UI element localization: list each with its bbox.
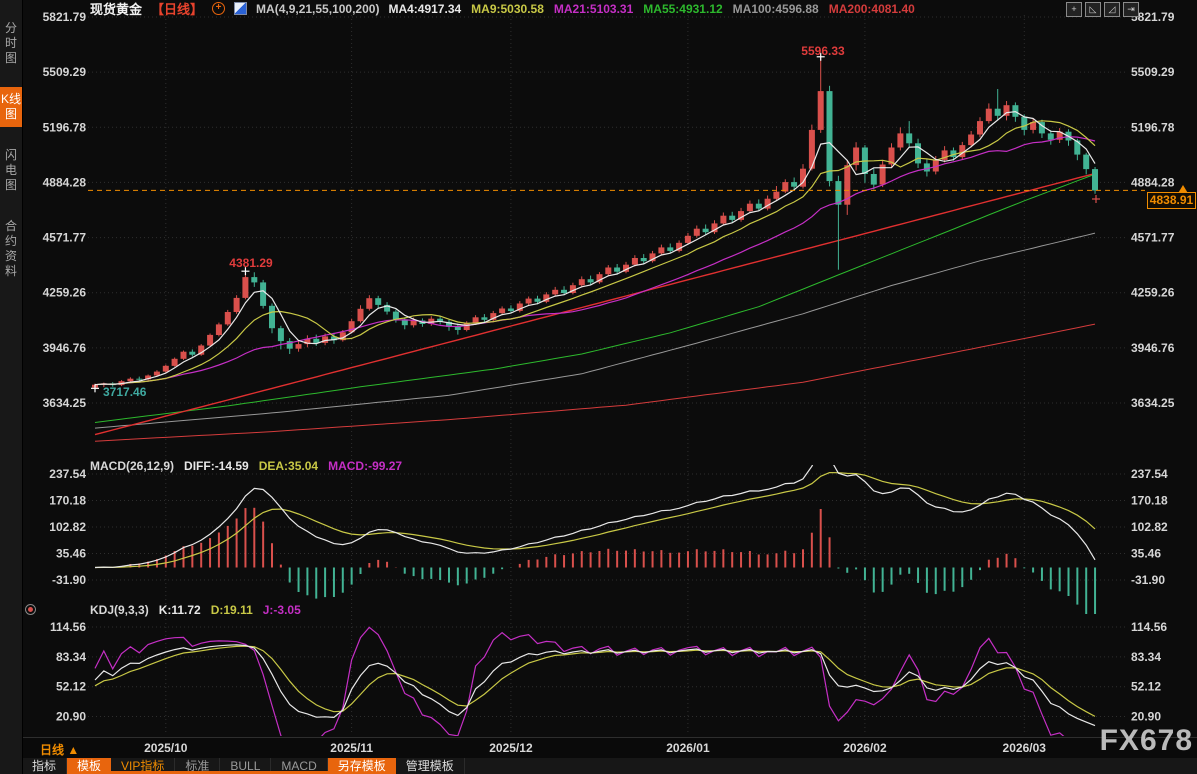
macd-label-2: DIFF:-14.59 [184,459,249,473]
header-ma-value-6: MA200:4081.40 [829,2,915,16]
axis-scale-right-icon[interactable]: ◿ [1104,2,1120,17]
high-price-annotation: 5596.33 [788,44,858,58]
macd-axis-tick-left: -31.90 [52,573,86,587]
kdj-axis-tick-right: 52.12 [1131,680,1161,694]
current-price-tag: 4838.91 [1147,192,1196,209]
fx678-watermark: FX678 [1100,724,1193,758]
period-selector-button[interactable]: 日线 ▲ [40,741,79,758]
kdj-label-4: J:-3.05 [263,603,301,617]
price-axis-tick-left: 4884.28 [43,175,87,189]
swing-high-annotation: 4381.29 [216,256,286,270]
x-axis-date-label: 2025/11 [324,741,380,755]
exit-chart-icon[interactable]: ⇥ [1123,2,1139,17]
kdj-axis-tick-right: 83.34 [1131,650,1161,664]
kdj-label-3: D:19.11 [211,603,253,617]
kdj-axis-tick-left: 83.34 [56,650,86,664]
toolbar-item-1[interactable]: 指标 [22,758,67,774]
macd-axis-tick-right: 35.46 [1131,547,1161,561]
price-axis-tick-right: 5509.29 [1131,65,1175,79]
price-axis-tick-right: 4259.26 [1131,286,1175,300]
macd-label-1: MACD(26,12,9) [90,459,174,473]
x-axis-date-label: 2026/02 [837,741,893,755]
price-axis-tick-left: 4259.26 [43,286,87,300]
price-axis-tick-left: 5509.29 [43,65,87,79]
macd-axis-tick-left: 35.46 [56,547,86,561]
toolbar-item-8[interactable]: 管理模板 [396,758,465,774]
price-axis-tick-right: 3634.25 [1131,396,1175,410]
macd-axis-tick-left: 237.54 [49,467,86,481]
sidebar-item-4[interactable]: 合约资料 [0,214,22,284]
sidebar-item-3[interactable]: 闪电图 [0,143,22,198]
ma-settings-label: MA(4,9,21,55,100,200) [256,2,379,16]
x-axis-date-label: 2026/03 [996,741,1052,755]
macd-axis-tick-right: 102.82 [1131,520,1168,534]
price-axis-tick-left: 4571.77 [43,231,87,245]
kdj-axis-tick-left: 52.12 [56,680,86,694]
candlestick-chart[interactable]: 5821.795821.795509.295509.295196.785196.… [0,0,1197,774]
header-ma-value-4: MA55:4931.12 [643,2,722,16]
macd-axis-tick-left: 170.18 [49,494,86,508]
price-axis-tick-right: 3946.76 [1131,341,1175,355]
macd-label-3: DEA:35.04 [259,459,318,473]
macd-axis-tick-left: 102.82 [49,520,86,534]
price-axis-tick-left: 5821.79 [43,10,87,24]
add-indicator-icon[interactable]: + [212,2,225,15]
macd-label-4: MACD:-99.27 [328,459,402,473]
low-price-annotation: 3717.46 [103,385,146,399]
chart-header: 现货黄金 【日线】 + MA(4,9,21,55,100,200) MA4:49… [90,1,915,16]
macd-axis-tick-right: 237.54 [1131,467,1168,481]
x-axis-date-label: 2025/12 [483,741,539,755]
date-axis-row: 日线 ▲ 2025/10 2025/11 2025/12 2026/01 2026/02… [22,737,1197,759]
header-ma-value-3: MA21:5103.31 [554,2,633,16]
candles [92,57,1098,389]
kdj-axis-tick-left: 114.56 [50,620,86,634]
ma-values: MA4:4917.34 MA9:5030.58 MA21:5103.31 MA55:4… [388,2,914,16]
header-ma-value-2: MA9:5030.58 [471,2,544,16]
price-axis-tick-right: 4571.77 [1131,231,1175,245]
ma200-line [95,324,1095,441]
kdj-axis-tick-left: 20.90 [56,710,86,724]
macd-axis-tick-right: 170.18 [1131,494,1168,508]
last-price-marker [1092,195,1100,203]
sidebar-item-2[interactable]: K线图 [0,87,22,127]
trading-app: { "header": { "symbol": "现货黄金", "period_… [0,0,1197,774]
kdj-label-1: KDJ(9,3,3) [90,603,149,617]
kdj-label-2: K:11.72 [159,603,201,617]
kdj-axis-tick-right: 114.56 [1131,620,1167,634]
kdj-axis-tick-right: 20.90 [1131,710,1161,724]
chart-toolbar-icons: +◺◿⇥ [1066,2,1139,17]
header-ma-value-5: MA100:4596.88 [733,2,819,16]
axis-scale-left-icon[interactable]: ◺ [1085,2,1101,17]
x-axis-date-label: 2025/10 [138,741,194,755]
header-ma-value-1: MA4:4917.34 [388,2,461,16]
chart-type-sidebar: 分时图 K线图闪电图合约资料 [0,0,23,774]
period-label: 【日线】 [151,0,203,18]
x-axis-date-label: 2026/01 [660,741,716,755]
kdj-panel-labels: KDJ(9,3,3) K:11.72 D:19.11 J:-3.05 [90,603,301,617]
price-axis-tick-right: 5196.78 [1131,120,1175,134]
kdj-settings-icon[interactable] [25,604,36,615]
symbol-title: 现货黄金 [90,0,142,18]
sidebar-item-1[interactable]: 分时图 [0,16,22,71]
price-axis-tick-right: 4884.28 [1131,175,1175,189]
mini-chart-icon[interactable] [234,2,247,15]
macd-panel-labels: MACD(26,12,9) DIFF:-14.59 DEA:35.04 MACD:-9… [90,459,402,473]
price-axis-tick-left: 5196.78 [43,120,87,134]
price-axis-tick-left: 3946.76 [43,341,87,355]
price-axis-tick-left: 3634.25 [43,396,87,410]
macd-axis-tick-right: -31.90 [1131,573,1165,587]
pan-icon[interactable]: + [1066,2,1082,17]
